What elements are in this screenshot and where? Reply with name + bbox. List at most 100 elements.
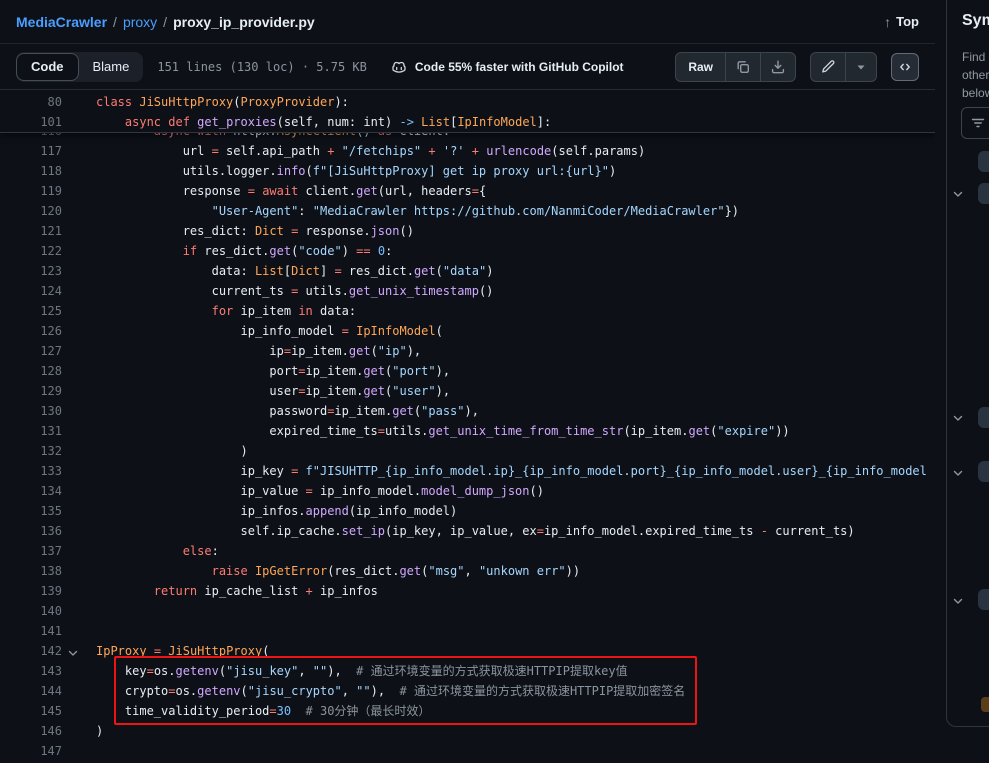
code-line-text: else: <box>62 541 219 561</box>
code-line-text: url = self.api_path + "/fetchips" + '?' … <box>62 141 645 161</box>
line-number[interactable]: 120 <box>0 201 62 221</box>
code-line-text: res_dict: Dict = response.json() <box>62 221 414 241</box>
chevron-down-icon[interactable] <box>952 187 964 199</box>
arrow-up-icon: ↑ <box>884 14 891 30</box>
line-number[interactable]: 142 <box>0 641 62 661</box>
code-line-117: 117 url = self.api_path + "/fetchips" + … <box>0 141 935 161</box>
line-number[interactable]: 118 <box>0 161 62 181</box>
edit-button[interactable] <box>811 53 845 81</box>
raw-copy-download-group: Raw <box>675 52 796 82</box>
code-line-text: key=os.getenv("jisu_key", ""), # 通过环境变量的… <box>62 661 628 681</box>
code-line-text: return ip_cache_list + ip_infos <box>62 581 378 601</box>
code-line-136: 136 self.ip_cache.set_ip(ip_key, ip_valu… <box>0 521 935 541</box>
code-line-127: 127 ip=ip_item.get("ip"), <box>0 341 935 361</box>
line-number[interactable]: 128 <box>0 361 62 381</box>
code-line-124: 124 current_ts = utils.get_unix_timestam… <box>0 281 935 301</box>
file-view: MediaCrawler / proxy / proxy_ip_provider… <box>0 0 935 763</box>
code-line-128: 128 port=ip_item.get("port"), <box>0 361 935 381</box>
pencil-icon <box>820 59 836 75</box>
code-line-text: ) <box>62 441 248 461</box>
line-number[interactable]: 132 <box>0 441 62 461</box>
symbols-panel: Sym Find other below <box>946 0 989 727</box>
symbols-filter-button[interactable] <box>961 107 989 139</box>
collapse-chevron-icon[interactable] <box>67 645 79 657</box>
code-line-text: time_validity_period=30 # 30分钟（最长时效） <box>62 701 430 721</box>
line-number[interactable]: 137 <box>0 541 62 561</box>
code-line-119: 119 response = await client.get(url, hea… <box>0 181 935 201</box>
line-number[interactable]: 144 <box>0 681 62 701</box>
back-to-top-label: Top <box>896 14 919 29</box>
line-number[interactable]: 125 <box>0 301 62 321</box>
line-number[interactable]: 131 <box>0 421 62 441</box>
tab-code[interactable]: Code <box>16 53 79 81</box>
code-line-text: ip=ip_item.get("ip"), <box>62 341 421 361</box>
line-number[interactable]: 138 <box>0 561 62 581</box>
code-line-text: ip_infos.append(ip_info_model) <box>62 501 457 521</box>
download-button[interactable] <box>760 53 795 81</box>
line-number[interactable]: 127 <box>0 341 62 361</box>
breadcrumb-filename: proxy_ip_provider.py <box>173 14 315 30</box>
breadcrumb-folder-link[interactable]: proxy <box>123 14 157 30</box>
chevron-down-icon[interactable] <box>952 411 964 423</box>
line-number[interactable]: 124 <box>0 281 62 301</box>
line-number[interactable]: 80 <box>0 92 62 112</box>
symbol-item-pill[interactable] <box>978 589 989 610</box>
breadcrumb: MediaCrawler / proxy / proxy_ip_provider… <box>0 0 935 44</box>
breadcrumb-repo-link[interactable]: MediaCrawler <box>16 14 107 30</box>
symbol-item-pill[interactable] <box>978 461 989 482</box>
raw-button[interactable]: Raw <box>676 53 725 81</box>
line-number[interactable]: 133 <box>0 461 62 481</box>
symbol-item-pill[interactable] <box>978 183 989 204</box>
symbol-item-pill-highlighted[interactable] <box>981 697 989 712</box>
code-line-141: 141 <box>0 621 935 641</box>
code-line-text: IpProxy = JiSuHttpProxy( <box>62 641 269 661</box>
line-number[interactable]: 145 <box>0 701 62 721</box>
line-number[interactable]: 141 <box>0 621 62 641</box>
symbol-item-pill[interactable] <box>978 151 989 172</box>
line-number[interactable]: 101 <box>0 112 62 132</box>
code-line-122: 122 if res_dict.get("code") == 0: <box>0 241 935 261</box>
line-number[interactable]: 147 <box>0 741 62 761</box>
code-line-text: data: List[Dict] = res_dict.get("data") <box>62 261 493 281</box>
symbols-desc-line: other <box>962 66 989 84</box>
line-number[interactable]: 129 <box>0 381 62 401</box>
code-line-text: "User-Agent": "MediaCrawler https://gith… <box>62 201 739 221</box>
code-line-text: response = await client.get(url, headers… <box>62 181 486 201</box>
breadcrumb-separator: / <box>113 14 117 30</box>
code-brackets-icon <box>898 60 912 74</box>
caret-down-icon <box>855 61 867 73</box>
line-number[interactable]: 117 <box>0 141 62 161</box>
line-number[interactable]: 136 <box>0 521 62 541</box>
line-number[interactable]: 146 <box>0 721 62 741</box>
line-number[interactable]: 123 <box>0 261 62 281</box>
copilot-banner-label: Code 55% faster with GitHub Copilot <box>415 60 624 74</box>
code-line-138: 138 raise IpGetError(res_dict.get("msg",… <box>0 561 935 581</box>
line-number[interactable]: 121 <box>0 221 62 241</box>
code-line-146: 146) <box>0 721 935 741</box>
chevron-down-icon[interactable] <box>952 594 964 606</box>
copy-button[interactable] <box>725 53 760 81</box>
back-to-top-button[interactable]: ↑ Top <box>884 14 919 30</box>
edit-dropdown-button[interactable] <box>845 53 876 81</box>
line-number[interactable]: 126 <box>0 321 62 341</box>
copilot-banner[interactable]: Code 55% faster with GitHub Copilot <box>391 59 624 75</box>
code-line-120: 120 "User-Agent": "MediaCrawler https://… <box>0 201 935 221</box>
line-number[interactable]: 140 <box>0 601 62 621</box>
line-number[interactable]: 143 <box>0 661 62 681</box>
copilot-icon <box>391 59 407 75</box>
tab-blame[interactable]: Blame <box>79 59 144 74</box>
symbol-item-pill[interactable] <box>978 407 989 428</box>
line-number[interactable]: 119 <box>0 181 62 201</box>
symbols-panel-toggle-button[interactable] <box>891 53 919 81</box>
line-number[interactable]: 134 <box>0 481 62 501</box>
line-number[interactable]: 130 <box>0 401 62 421</box>
code-line-text <box>62 601 96 621</box>
chevron-down-icon[interactable] <box>952 466 964 478</box>
code-line-text: if res_dict.get("code") == 0: <box>62 241 392 261</box>
code-line-text <box>62 621 96 641</box>
line-number[interactable]: 139 <box>0 581 62 601</box>
line-number[interactable]: 135 <box>0 501 62 521</box>
code-line-131: 131 expired_time_ts=utils.get_unix_time_… <box>0 421 935 441</box>
code-line-text: ip_info_model = IpInfoModel( <box>62 321 443 341</box>
line-number[interactable]: 122 <box>0 241 62 261</box>
